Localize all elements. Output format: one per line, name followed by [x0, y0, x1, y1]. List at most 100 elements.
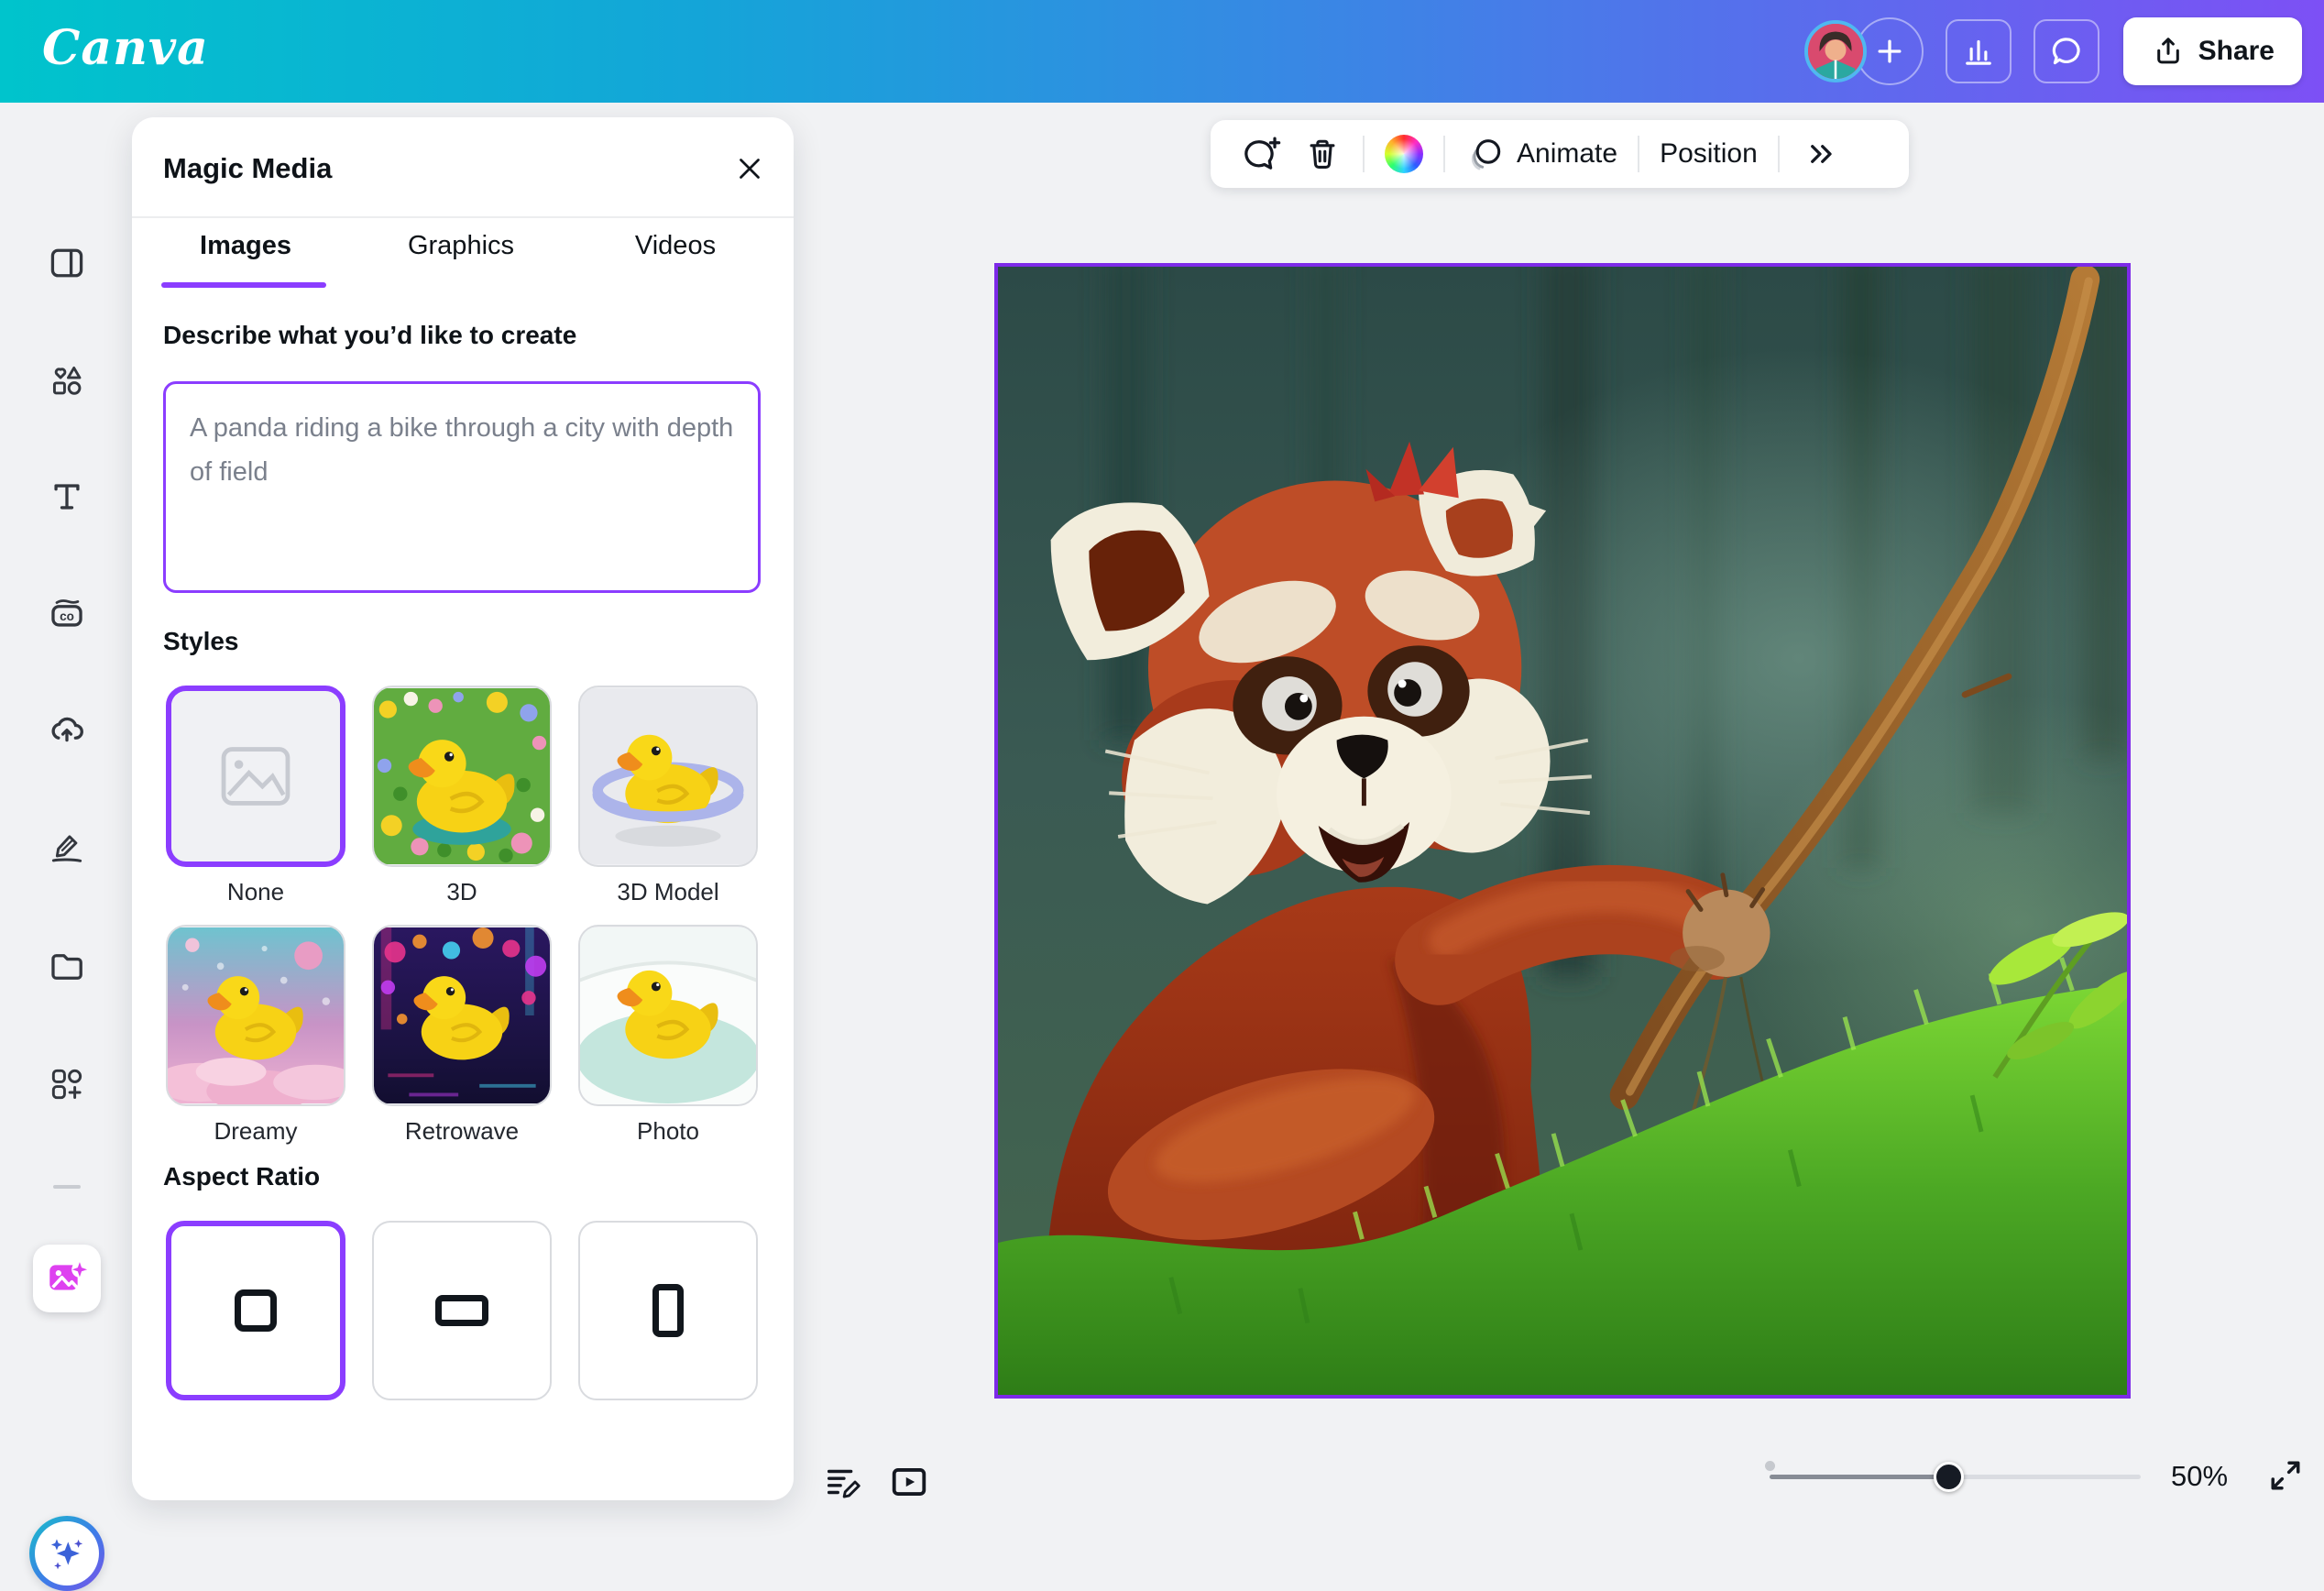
sidebar-item-elements[interactable]	[41, 355, 93, 406]
zoom-slider-thumb[interactable]	[1934, 1462, 1964, 1492]
sparkle-stars-icon	[43, 1530, 91, 1577]
upload-cloud-icon	[47, 710, 87, 751]
comment-add-icon	[1242, 133, 1284, 175]
style-label: Photo	[578, 1117, 758, 1146]
animate-icon	[1465, 134, 1506, 174]
prompt-input[interactable]	[163, 381, 761, 593]
share-upload-icon	[2151, 34, 2186, 69]
style-label: None	[166, 878, 345, 906]
zoom-fit-marker[interactable]	[1765, 1461, 1775, 1471]
toolbar-separator	[1363, 136, 1365, 172]
expand-icon	[2265, 1455, 2306, 1496]
insights-button[interactable]	[1946, 19, 2012, 83]
canvas-selected-image[interactable]	[994, 263, 2131, 1399]
active-tab-underline	[161, 282, 326, 288]
sidebar-item-projects[interactable]	[41, 941, 93, 993]
notes-button[interactable]	[818, 1459, 868, 1505]
draw-pen-icon	[47, 828, 87, 868]
style-thumb-photo	[578, 925, 758, 1106]
style-label: 3D	[372, 878, 552, 906]
folder-icon	[47, 947, 87, 987]
aspect-option-portrait[interactable]	[578, 1221, 758, 1400]
double-chevron-right-icon	[1800, 134, 1840, 174]
sidebar-divider	[53, 1185, 81, 1189]
toolbar-separator	[1778, 136, 1780, 172]
fullscreen-button[interactable]	[2264, 1454, 2308, 1498]
text-icon	[47, 477, 87, 517]
sidebar-item-uploads[interactable]	[41, 705, 93, 756]
position-button[interactable]: Position	[1650, 128, 1767, 180]
style-card-dreamy[interactable]: Dreamy	[166, 925, 345, 1146]
panel-header-divider	[132, 216, 794, 218]
close-panel-button[interactable]	[731, 150, 768, 187]
color-picker-button[interactable]	[1376, 128, 1432, 180]
style-label: 3D Model	[578, 878, 758, 906]
color-wheel-icon	[1385, 135, 1423, 173]
sidebar-item-magic-media[interactable]	[33, 1245, 101, 1312]
plus-icon	[1871, 33, 1908, 70]
trash-icon	[1302, 134, 1343, 174]
tab-videos[interactable]: Videos	[593, 231, 758, 271]
red-panda-artwork	[998, 267, 2127, 1395]
animate-button[interactable]: Animate	[1456, 128, 1627, 180]
elements-shapes-icon	[47, 360, 87, 400]
avatar[interactable]	[1804, 20, 1867, 82]
animate-label: Animate	[1517, 138, 1617, 170]
styles-heading: Styles	[163, 627, 239, 656]
sidebar-item-apps[interactable]	[41, 1059, 93, 1110]
tab-images[interactable]: Images	[163, 231, 328, 271]
style-card-3d[interactable]: 3D	[372, 686, 552, 906]
style-thumb-none	[166, 686, 345, 867]
describe-heading: Describe what you’d like to create	[163, 321, 576, 350]
more-options-button[interactable]	[1791, 128, 1849, 180]
style-card-3d-model[interactable]: 3D Model	[578, 686, 758, 906]
position-label: Position	[1660, 138, 1758, 170]
style-thumb-dreamy	[166, 925, 345, 1106]
panel-title: Magic Media	[163, 152, 332, 185]
chat-bubble-icon	[2047, 32, 2086, 71]
toolbar-separator	[1638, 136, 1639, 172]
style-label: Dreamy	[166, 1117, 345, 1146]
top-bar: Canva	[0, 0, 2324, 103]
element-toolbar: Animate Position	[1211, 120, 1909, 188]
style-card-photo[interactable]: Photo	[578, 925, 758, 1146]
style-label: Retrowave	[372, 1117, 552, 1146]
design-icon	[47, 243, 87, 283]
aspect-option-square[interactable]	[166, 1221, 345, 1400]
style-thumb-3d-model	[578, 686, 758, 867]
sidebar-item-draw[interactable]	[41, 822, 93, 873]
comments-button[interactable]	[2034, 19, 2099, 83]
canva-ai-button[interactable]	[29, 1516, 104, 1591]
svg-text:co: co	[60, 609, 74, 623]
present-play-icon	[888, 1461, 930, 1503]
zoom-percent[interactable]: 50%	[2154, 1460, 2245, 1493]
portrait-ratio-icon	[652, 1284, 684, 1337]
bar-chart-icon	[1959, 32, 1998, 71]
close-icon	[732, 151, 767, 186]
delete-button[interactable]	[1293, 128, 1352, 180]
comment-button[interactable]	[1233, 128, 1293, 180]
tab-graphics[interactable]: Graphics	[378, 231, 543, 271]
sidebar-item-design[interactable]	[41, 237, 93, 289]
share-button[interactable]: Share	[2123, 17, 2302, 85]
topbar-actions: Share	[1804, 0, 2302, 103]
present-button[interactable]	[884, 1459, 934, 1505]
magic-media-icon	[44, 1256, 90, 1301]
style-card-retrowave[interactable]: Retrowave	[372, 925, 552, 1146]
style-thumb-retrowave	[372, 925, 552, 1106]
aspect-option-landscape[interactable]	[372, 1221, 552, 1400]
style-card-none[interactable]: None	[166, 686, 345, 906]
sidebar-item-text[interactable]	[41, 471, 93, 522]
aspect-heading: Aspect Ratio	[163, 1162, 320, 1191]
magic-media-panel: Magic Media Images Graphics Videos Descr…	[132, 117, 794, 1500]
notes-icon	[822, 1461, 864, 1503]
canva-logo[interactable]: Canva	[42, 20, 209, 76]
avatar-image	[1808, 24, 1863, 79]
style-thumb-3d	[372, 686, 552, 867]
apps-grid-icon	[47, 1064, 87, 1104]
landscape-ratio-icon	[435, 1295, 488, 1326]
toolbar-separator	[1443, 136, 1445, 172]
square-ratio-icon	[235, 1289, 277, 1332]
zoom-slider-fill	[1770, 1475, 1949, 1479]
sidebar-item-brand[interactable]: co	[41, 588, 93, 640]
